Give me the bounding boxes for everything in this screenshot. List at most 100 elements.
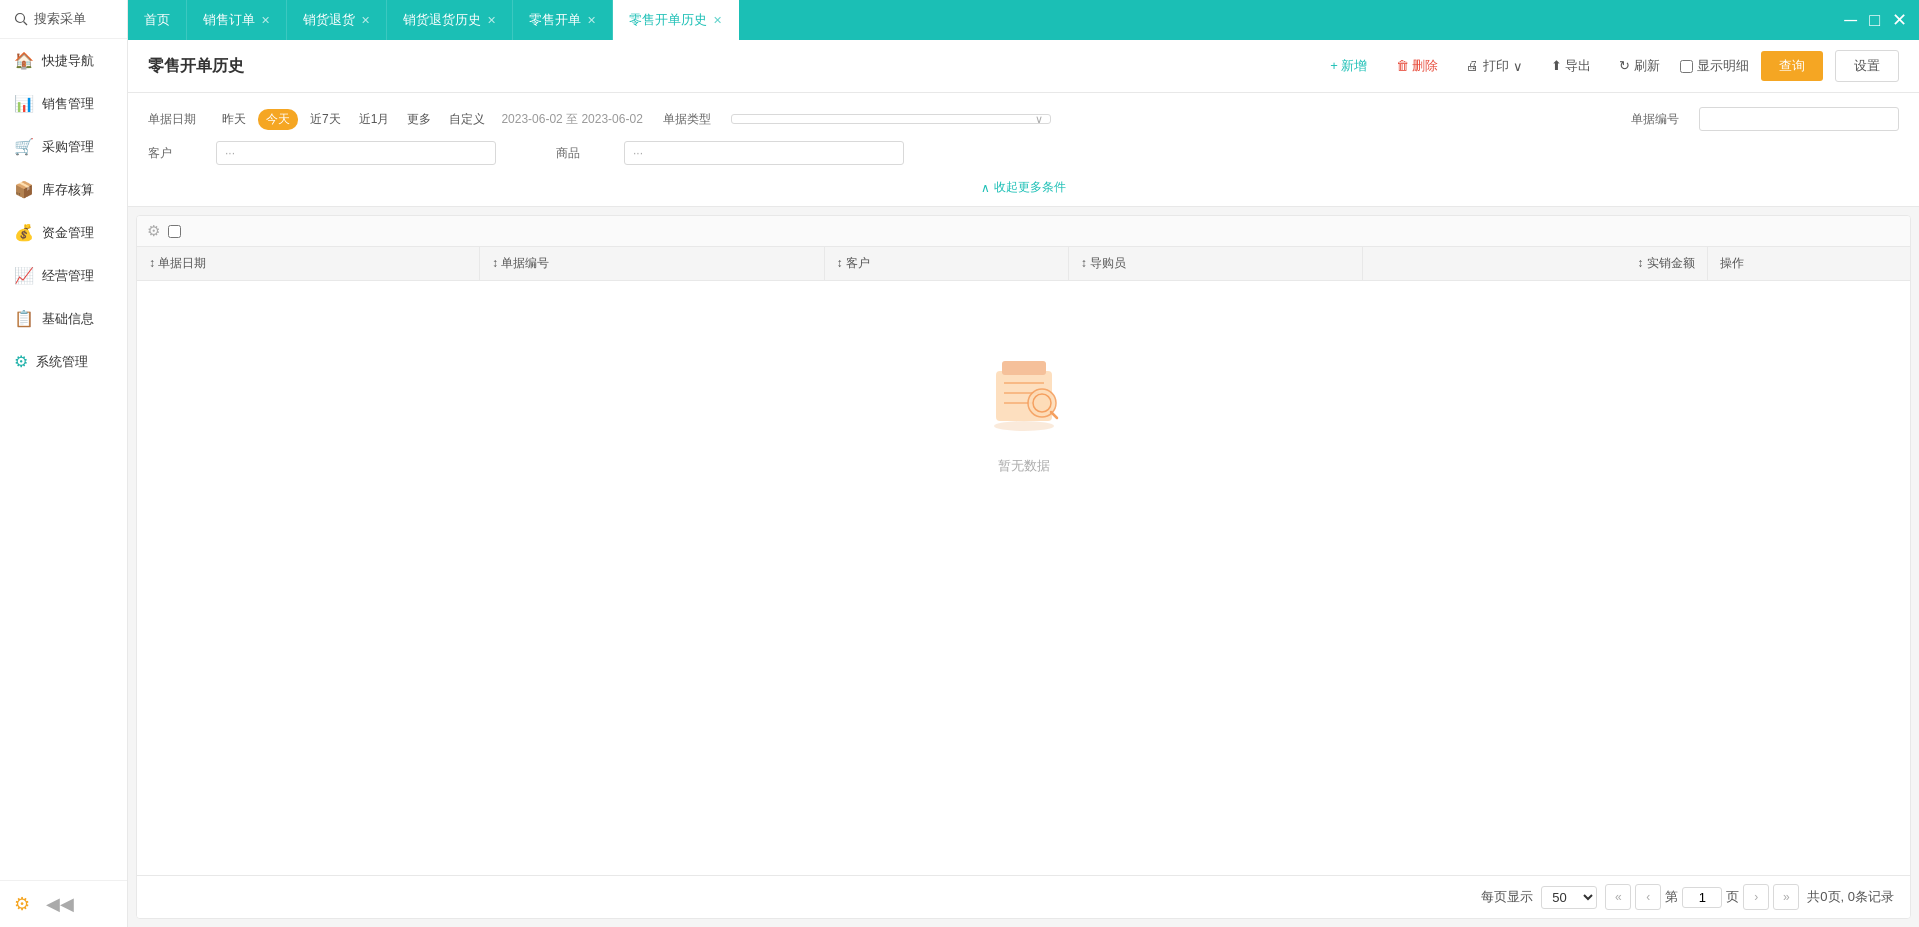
number-filter-input[interactable] — [1699, 107, 1899, 131]
sidebar-item-label: 库存核算 — [42, 181, 94, 199]
close-window-icon[interactable]: ✕ — [1892, 9, 1907, 31]
tab-retail-open[interactable]: 零售开单 ✕ — [513, 0, 613, 40]
page-suffix-label: 页 — [1726, 888, 1739, 906]
type-filter-group: 单据类型 ∨ — [663, 111, 1611, 128]
sidebar-item-purchase-mgmt[interactable]: 🛒 采购管理 — [0, 125, 127, 168]
tab-sales-return-history-close[interactable]: ✕ — [487, 14, 496, 27]
date-options: 昨天 今天 近7天 近1月 更多 自定义 2023-06-02 至 2023-0… — [216, 109, 643, 130]
date-opt-1month[interactable]: 近1月 — [353, 109, 396, 130]
customer-filter-group: 客户 ··· — [148, 141, 496, 165]
date-opt-custom[interactable]: 自定义 — [443, 109, 491, 130]
refresh-button[interactable]: ↻ 刷新 — [1611, 53, 1668, 79]
sidebar-item-quick-nav[interactable]: 🏠 快捷导航 — [0, 39, 127, 82]
tab-sales-return-close[interactable]: ✕ — [361, 14, 370, 27]
date-opt-more[interactable]: 更多 — [401, 109, 437, 130]
tab-retail-open-history[interactable]: 零售开单历史 ✕ — [613, 0, 739, 40]
add-button[interactable]: + 新增 — [1322, 53, 1375, 79]
tab-sales-return-history-label: 销货退货历史 — [403, 11, 481, 29]
collapse-text: 收起更多条件 — [994, 179, 1066, 196]
number-filter-label: 单据编号 — [1631, 111, 1691, 128]
sidebar-nav: 🏠 快捷导航 📊 销售管理 🛒 采购管理 📦 库存核算 💰 资金管理 📈 经营管… — [0, 39, 127, 880]
tab-retail-open-close[interactable]: ✕ — [587, 14, 596, 27]
type-filter-label: 单据类型 — [663, 111, 723, 128]
delete-button[interactable]: 🗑 删除 — [1388, 53, 1447, 79]
table-select-all[interactable] — [168, 225, 181, 238]
stock-icon: 📦 — [14, 180, 34, 199]
sidebar-item-finance-mgmt[interactable]: 💰 资金管理 — [0, 211, 127, 254]
svg-line-1 — [24, 22, 28, 26]
tab-sales-return-label: 销货退货 — [303, 11, 355, 29]
show-detail-label: 显示明细 — [1697, 57, 1749, 75]
product-filter-placeholder: ··· — [633, 146, 643, 160]
sidebar-item-sys-mgmt[interactable]: ⚙ 系统管理 — [0, 340, 127, 383]
sidebar-item-stock-mgmt[interactable]: 📦 库存核算 — [0, 168, 127, 211]
date-range-display: 2023-06-02 至 2023-06-02 — [501, 111, 642, 128]
product-filter-input[interactable]: ··· — [624, 141, 904, 165]
settings-button[interactable]: 设置 — [1835, 50, 1899, 82]
per-page-select[interactable]: 50 20 100 200 — [1541, 886, 1597, 909]
prev-page-button[interactable]: ‹ — [1635, 884, 1661, 910]
date-opt-7days[interactable]: 近7天 — [304, 109, 347, 130]
show-detail-checkbox[interactable]: 显示明细 — [1680, 57, 1749, 75]
show-detail-input[interactable] — [1680, 60, 1693, 73]
tabs-bar: 首页 销售订单 ✕ 销货退货 ✕ 销货退货历史 ✕ 零售开单 ✕ 零售开单历史 … — [128, 0, 1919, 40]
print-arrow[interactable]: ∨ — [1513, 59, 1523, 74]
sidebar-collapse-icon[interactable]: ◀◀ — [46, 893, 74, 915]
export-button[interactable]: ⬆ 导出 — [1543, 53, 1600, 79]
first-page-button[interactable]: « — [1605, 884, 1631, 910]
tab-sales-order[interactable]: 销售订单 ✕ — [187, 0, 287, 40]
svg-rect-4 — [1002, 361, 1046, 375]
content-area: 零售开单历史 + 新增 🗑 删除 🖨 打印 ∨ ⬆ 导出 ↻ 刷新 显示明细 查… — [128, 40, 1919, 927]
page-number-input[interactable] — [1682, 887, 1722, 908]
table-settings-icon[interactable]: ⚙ — [147, 222, 160, 240]
customer-filter-placeholder: ··· — [225, 146, 235, 160]
tab-sales-return-history[interactable]: 销货退货历史 ✕ — [387, 0, 513, 40]
date-filter-label: 单据日期 — [148, 111, 208, 128]
number-filter-group: 单据编号 — [1631, 107, 1899, 131]
product-filter-label: 商品 — [556, 145, 616, 162]
sidebar-item-ops-mgmt[interactable]: 📈 经营管理 — [0, 254, 127, 297]
per-page-label: 每页显示 — [1481, 888, 1533, 906]
tab-retail-open-history-close[interactable]: ✕ — [713, 14, 722, 27]
table-scroll[interactable]: ↕ 单据日期 ↕ 单据编号 ↕ 客户 ↕ 导购员 — [137, 247, 1910, 875]
filter-row-1: 单据日期 昨天 今天 近7天 近1月 更多 自定义 2023-06-02 至 2… — [148, 107, 1899, 131]
tab-sales-order-close[interactable]: ✕ — [261, 14, 270, 27]
empty-text: 暂无数据 — [998, 457, 1050, 475]
sidebar-search[interactable]: 搜索采单 — [0, 0, 127, 39]
date-filter-group: 单据日期 昨天 今天 近7天 近1月 更多 自定义 2023-06-02 至 2… — [148, 109, 643, 130]
collapse-arrow-icon: ∧ — [981, 181, 990, 195]
last-page-button[interactable]: » — [1773, 884, 1799, 910]
main-content: 首页 销售订单 ✕ 销货退货 ✕ 销货退货历史 ✕ 零售开单 ✕ 零售开单历史 … — [128, 0, 1919, 927]
tab-retail-open-label: 零售开单 — [529, 11, 581, 29]
customer-filter-label: 客户 — [148, 145, 208, 162]
th-amount: ↕ 实销金额 — [1362, 247, 1707, 281]
tab-sales-order-label: 销售订单 — [203, 11, 255, 29]
sidebar-settings-icon[interactable]: ⚙ — [14, 893, 30, 915]
maximize-icon[interactable]: □ — [1869, 10, 1880, 31]
empty-state: 暂无数据 — [137, 281, 1910, 535]
type-select-wrapper: ∨ — [731, 114, 1051, 124]
sidebar-item-sales-mgmt[interactable]: 📊 销售管理 — [0, 82, 127, 125]
sidebar-item-basic-info[interactable]: 📋 基础信息 — [0, 297, 127, 340]
next-page-button[interactable]: › — [1743, 884, 1769, 910]
tab-home[interactable]: 首页 — [128, 0, 187, 40]
customer-filter-input[interactable]: ··· — [216, 141, 496, 165]
date-opt-yesterday[interactable]: 昨天 — [216, 109, 252, 130]
pagination-total: 共0页, 0条记录 — [1807, 888, 1894, 906]
pagination-nav: « ‹ 第 页 › » — [1605, 884, 1799, 910]
page-title: 零售开单历史 — [148, 56, 244, 77]
type-select[interactable] — [731, 114, 1051, 124]
print-button[interactable]: 🖨 打印 ∨ — [1458, 53, 1531, 79]
finance-icon: 💰 — [14, 223, 34, 242]
tab-home-label: 首页 — [144, 11, 170, 29]
sys-icon: ⚙ — [14, 352, 28, 371]
tab-sales-return[interactable]: 销货退货 ✕ — [287, 0, 387, 40]
minimize-icon[interactable]: ─ — [1844, 10, 1857, 31]
table-wrapper: ⚙ ↕ 单据日期 ↕ 单据编号 ↕ 客户 — [136, 215, 1911, 919]
print-label: 🖨 打印 — [1466, 57, 1509, 75]
date-opt-today[interactable]: 今天 — [258, 109, 298, 130]
svg-point-2 — [994, 421, 1054, 431]
query-button[interactable]: 查询 — [1761, 51, 1823, 81]
svg-point-0 — [16, 14, 25, 23]
collapse-bar[interactable]: ∧ 收起更多条件 — [148, 175, 1899, 196]
